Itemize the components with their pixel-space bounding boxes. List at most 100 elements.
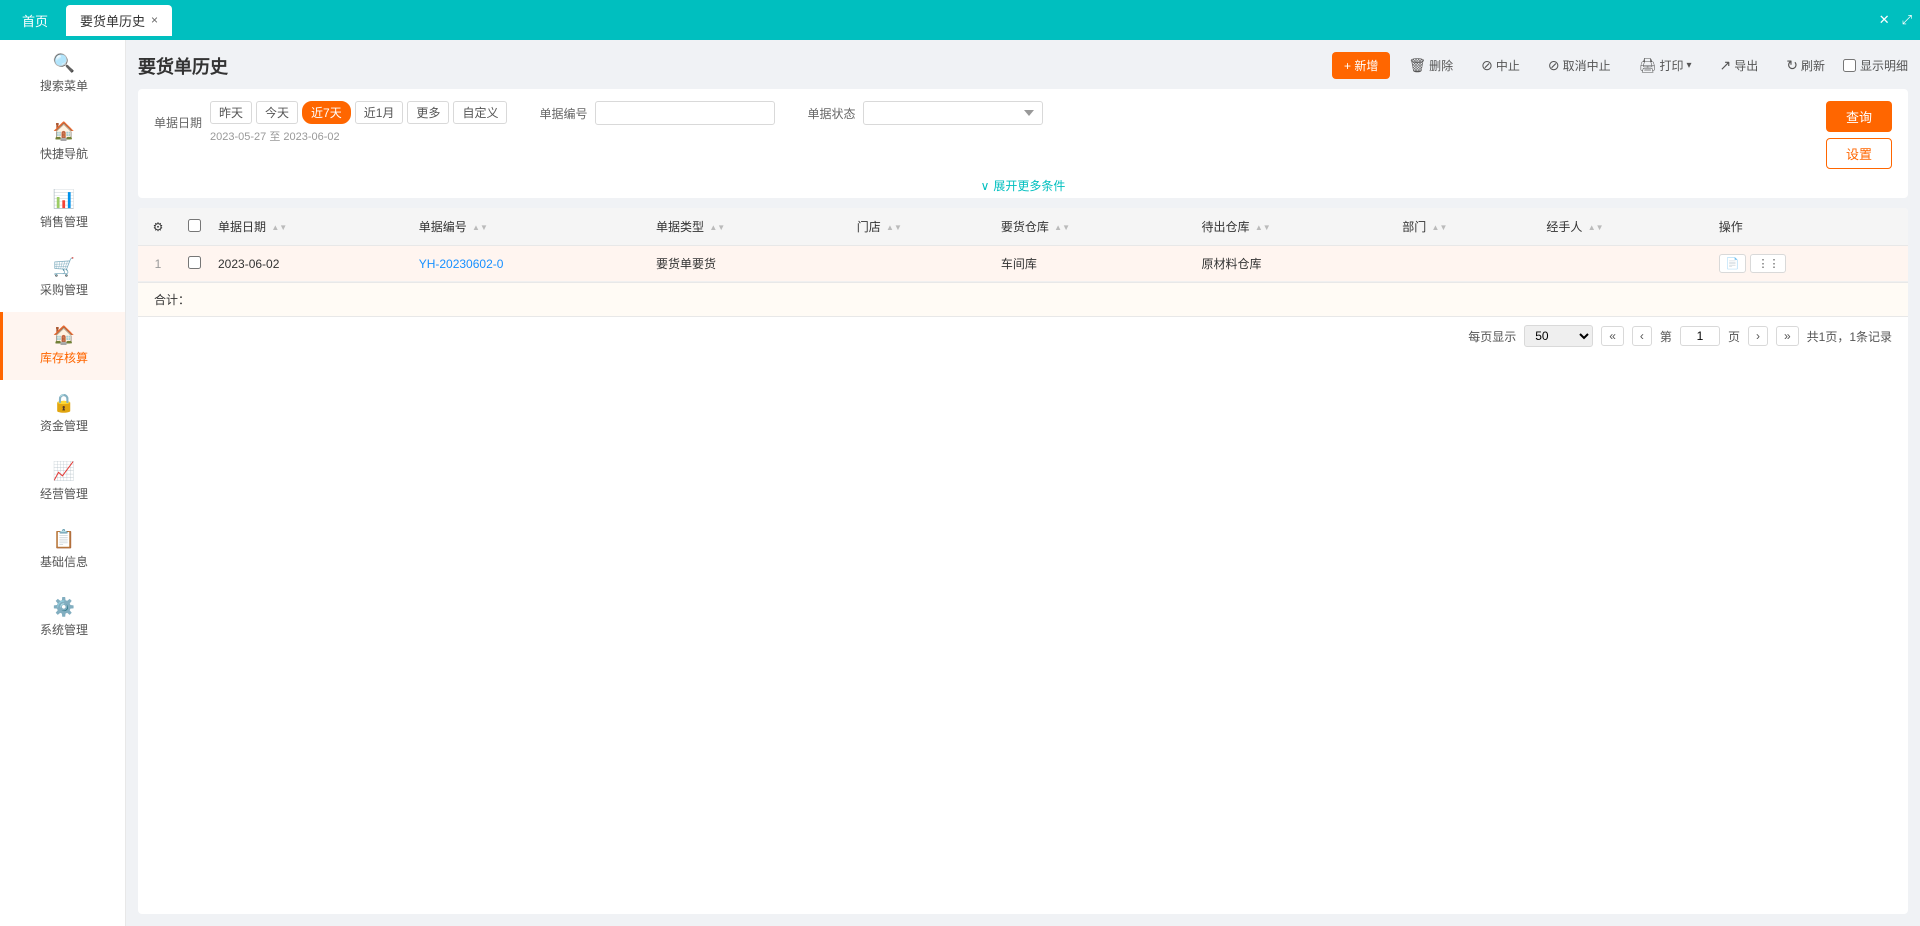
query-button-label: 查询 bbox=[1846, 110, 1872, 125]
col-settings[interactable]: ⚙ bbox=[138, 208, 178, 246]
stop-button[interactable]: ⊘ 中止 bbox=[1471, 52, 1530, 79]
col-store[interactable]: 门店 ▲▼ bbox=[849, 208, 993, 246]
row-store bbox=[849, 246, 993, 282]
tab-home[interactable]: 首页 bbox=[8, 5, 62, 36]
display-detail-toggle[interactable]: 显示明细 bbox=[1843, 57, 1908, 74]
total-info: 共1页，1条记录 bbox=[1807, 328, 1892, 345]
export-label: 导出 bbox=[1734, 57, 1758, 74]
doc-num-input[interactable] bbox=[595, 101, 775, 125]
prev-page-button[interactable]: ‹ bbox=[1632, 326, 1652, 346]
sidebar-item-basic-info-label: 基础信息 bbox=[40, 553, 88, 570]
inventory-icon: 🏠 bbox=[53, 326, 75, 344]
col-dept[interactable]: 部门 ▲▼ bbox=[1394, 208, 1538, 246]
delete-label: 删除 bbox=[1429, 57, 1453, 74]
refresh-button[interactable]: ↻ 刷新 bbox=[1776, 52, 1835, 79]
row-actions: 📄 ⋮⋮ bbox=[1711, 246, 1908, 282]
doc-num-link[interactable]: YH-20230602-0 bbox=[419, 257, 504, 271]
first-page-button[interactable]: « bbox=[1601, 326, 1624, 346]
page-size-select[interactable]: 10 20 50 100 bbox=[1524, 325, 1593, 347]
delete-button[interactable]: 🗑 删除 bbox=[1398, 52, 1463, 79]
row-doc-num: YH-20230602-0 bbox=[411, 246, 648, 282]
search-menu-icon: 🔍 bbox=[53, 54, 75, 72]
row-checkbox-cell bbox=[178, 246, 210, 282]
page-input[interactable] bbox=[1680, 326, 1720, 346]
window-close-icon[interactable]: ✕ bbox=[1879, 12, 1890, 28]
setting-button[interactable]: 设置 bbox=[1826, 138, 1892, 169]
col-doc-date[interactable]: 单据日期 ▲▼ bbox=[210, 208, 411, 246]
window-maximize-icon[interactable]: ⤢ bbox=[1902, 12, 1912, 28]
last-page-button[interactable]: » bbox=[1776, 326, 1799, 346]
sales-mgmt-icon: 📊 bbox=[53, 190, 75, 208]
date-btn-yesterday[interactable]: 昨天 bbox=[210, 101, 252, 124]
cancel-stop-button[interactable]: ⊘ 取消中止 bbox=[1538, 52, 1621, 79]
quick-nav-icon: 🏠 bbox=[53, 122, 75, 140]
sidebar-item-system-mgmt[interactable]: ⚙️ 系统管理 bbox=[0, 584, 125, 652]
expand-more-btn[interactable]: ∨ 展开更多条件 bbox=[154, 177, 1892, 194]
sum-label: 合计： bbox=[154, 291, 190, 308]
sidebar-item-sales-mgmt[interactable]: 📊 销售管理 bbox=[0, 176, 125, 244]
operations-mgmt-icon: 📈 bbox=[53, 462, 75, 480]
toolbar: + 新增 🗑 删除 ⊘ 中止 ⊘ 取消中止 🖨 打印 ▾ bbox=[1332, 52, 1908, 79]
sidebar-item-finance-mgmt[interactable]: 🔒 资金管理 bbox=[0, 380, 125, 448]
date-btn-1month[interactable]: 近1月 bbox=[355, 101, 404, 124]
col-doc-type[interactable]: 单据类型 ▲▼ bbox=[648, 208, 849, 246]
row-view-button[interactable]: 📄 bbox=[1719, 254, 1747, 273]
date-btn-7days[interactable]: 近7天 bbox=[302, 101, 351, 124]
refresh-label: 刷新 bbox=[1801, 57, 1825, 74]
row-handler bbox=[1538, 246, 1710, 282]
cancel-stop-label: 取消中止 bbox=[1563, 57, 1611, 74]
tab-bar: 首页 要货单历史 × bbox=[8, 5, 1879, 36]
stop-icon: ⊘ bbox=[1481, 57, 1493, 74]
expand-more-label: 展开更多条件 bbox=[993, 177, 1065, 194]
col-checkbox bbox=[178, 208, 210, 246]
sidebar-item-inventory[interactable]: 🏠 库存核算 bbox=[0, 312, 125, 380]
new-button[interactable]: + 新增 bbox=[1332, 52, 1390, 79]
row-checkbox[interactable] bbox=[188, 256, 201, 269]
row-more-button[interactable]: ⋮⋮ bbox=[1750, 254, 1786, 273]
sort-doc-num-icon: ▲▼ bbox=[472, 223, 488, 232]
sort-req-warehouse-icon: ▲▼ bbox=[1054, 223, 1070, 232]
sidebar-item-quick-nav[interactable]: 🏠 快捷导航 bbox=[0, 108, 125, 176]
display-detail-checkbox[interactable] bbox=[1843, 59, 1856, 72]
refresh-icon: ↻ bbox=[1786, 57, 1798, 74]
status-select[interactable] bbox=[863, 101, 1043, 125]
col-actions: 操作 bbox=[1711, 208, 1908, 246]
col-handler[interactable]: 经手人 ▲▼ bbox=[1538, 208, 1710, 246]
print-button[interactable]: 🖨 打印 ▾ bbox=[1629, 52, 1702, 79]
sidebar-item-search-menu[interactable]: 🔍 搜索菜单 bbox=[0, 40, 125, 108]
table-header-row: ⚙ 单据日期 ▲▼ 单据编号 ▲▼ 单据类型 ▲▼ bbox=[138, 208, 1908, 246]
sidebar-item-operations-mgmt[interactable]: 📈 经营管理 bbox=[0, 448, 125, 516]
sidebar-item-inventory-label: 库存核算 bbox=[40, 349, 88, 366]
export-button[interactable]: ↗ 导出 bbox=[1709, 52, 1768, 79]
table-container: ⚙ 单据日期 ▲▼ 单据编号 ▲▼ 单据类型 ▲▼ bbox=[138, 208, 1908, 914]
date-btn-today[interactable]: 今天 bbox=[256, 101, 298, 124]
top-bar: 首页 要货单历史 × ✕ ⤢ bbox=[0, 0, 1920, 40]
page-header: 要货单历史 + 新增 🗑 删除 ⊘ 中止 ⊘ 取消中止 🖨 bbox=[138, 52, 1908, 79]
table-footer: 合计： bbox=[138, 282, 1908, 316]
select-all-checkbox[interactable] bbox=[188, 219, 201, 232]
tab-close-icon[interactable]: × bbox=[151, 13, 158, 27]
table-head: ⚙ 单据日期 ▲▼ 单据编号 ▲▼ 单据类型 ▲▼ bbox=[138, 208, 1908, 246]
tab-purchase-history[interactable]: 要货单历史 × bbox=[66, 5, 172, 36]
col-pending-warehouse[interactable]: 待出仓库 ▲▼ bbox=[1194, 208, 1395, 246]
sidebar-item-basic-info[interactable]: 📋 基础信息 bbox=[0, 516, 125, 584]
expand-down-icon: ∨ bbox=[981, 179, 990, 193]
new-button-label: + 新增 bbox=[1344, 57, 1378, 74]
date-btn-more[interactable]: 更多 bbox=[407, 101, 449, 124]
setting-button-label: 设置 bbox=[1846, 147, 1872, 162]
row-action-buttons: 📄 ⋮⋮ bbox=[1719, 254, 1900, 273]
date-btn-custom[interactable]: 自定义 bbox=[453, 101, 507, 124]
sidebar-item-finance-mgmt-label: 资金管理 bbox=[40, 417, 88, 434]
row-req-warehouse: 车间库 bbox=[993, 246, 1194, 282]
col-req-warehouse[interactable]: 要货仓库 ▲▼ bbox=[993, 208, 1194, 246]
main-layout: 🔍 搜索菜单 🏠 快捷导航 📊 销售管理 🛒 采购管理 🏠 库存核算 🔒 资金管… bbox=[0, 40, 1920, 926]
date-filter-group: 单据日期 昨天 今天 近7天 近1月 更多 自定义 2023-05-27 至 2… bbox=[154, 101, 507, 144]
sort-doc-date-icon: ▲▼ bbox=[271, 223, 287, 232]
sort-handler-icon: ▲▼ bbox=[1588, 223, 1604, 232]
sidebar-item-purchase-mgmt[interactable]: 🛒 采购管理 bbox=[0, 244, 125, 312]
data-table: ⚙ 单据日期 ▲▼ 单据编号 ▲▼ 单据类型 ▲▼ bbox=[138, 208, 1908, 282]
page-size-label: 每页显示 bbox=[1468, 328, 1516, 345]
col-doc-num[interactable]: 单据编号 ▲▼ bbox=[411, 208, 648, 246]
query-button[interactable]: 查询 bbox=[1826, 101, 1892, 132]
next-page-button[interactable]: › bbox=[1748, 326, 1768, 346]
